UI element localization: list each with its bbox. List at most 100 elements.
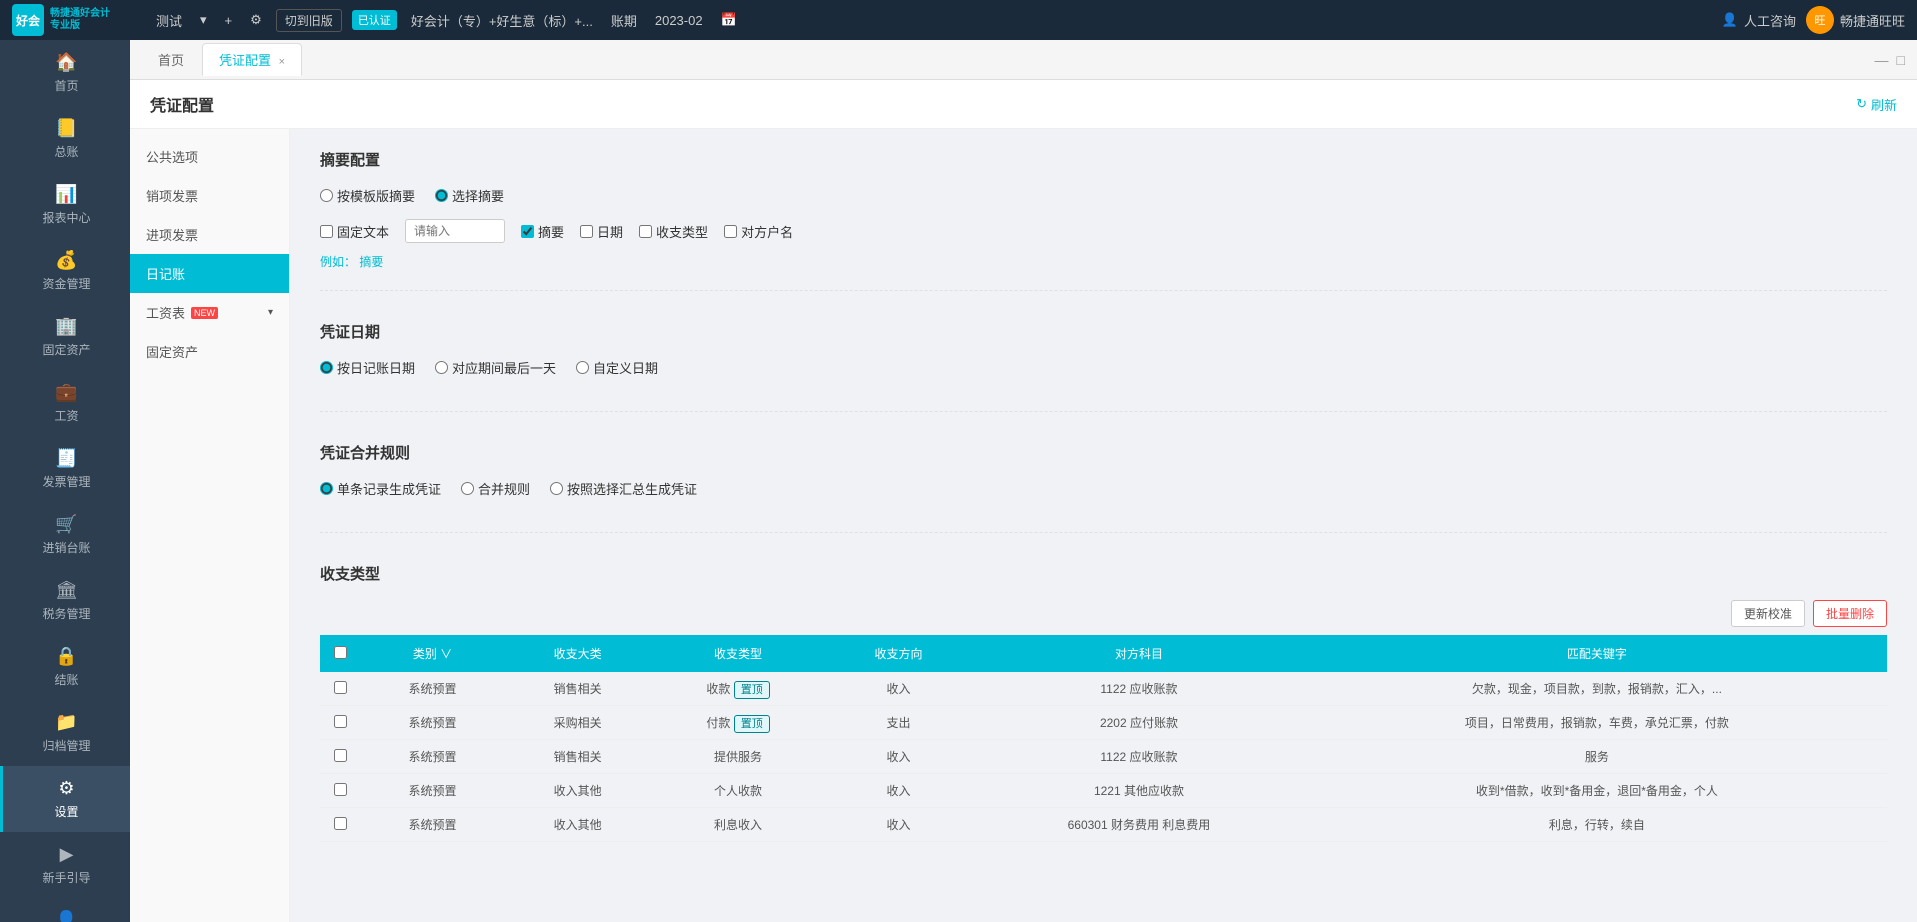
fixed-text-input[interactable] bbox=[405, 219, 505, 243]
leftnav-item-journal[interactable]: 日记账 bbox=[130, 254, 289, 293]
type-checkbox[interactable]: 收支类型 bbox=[639, 222, 708, 241]
top-tag[interactable]: 置顶 bbox=[734, 715, 770, 733]
col-contra-account: 对方科目 bbox=[971, 635, 1307, 672]
radio-template-input[interactable] bbox=[320, 189, 333, 202]
leftnav-item-sales[interactable]: 销项发票 bbox=[130, 176, 289, 215]
sidebar-item-label: 进销台账 bbox=[42, 539, 90, 556]
sidebar-item-close[interactable]: 🔒 结账 bbox=[0, 634, 130, 700]
radio-period-last-input[interactable] bbox=[435, 361, 448, 374]
sidebar-item-salary[interactable]: 💼 工资 bbox=[0, 370, 130, 436]
sidebar-item-funds[interactable]: 💰 资金管理 bbox=[0, 238, 130, 304]
cell-direction: 收入 bbox=[826, 672, 971, 706]
top-tag[interactable]: 置顶 bbox=[734, 681, 770, 699]
topbar-add-icon[interactable]: + bbox=[221, 13, 237, 28]
topbar-dropdown-icon[interactable]: ▾ bbox=[196, 12, 211, 28]
leftnav-item-public[interactable]: 公共选项 bbox=[130, 137, 289, 176]
select-all-checkbox[interactable] bbox=[334, 646, 347, 659]
sidebar-item-assets[interactable]: 🏢 固定资产 bbox=[0, 304, 130, 370]
cell-major-type: 采购相关 bbox=[505, 706, 650, 740]
status-badge: 已认证 bbox=[352, 10, 397, 30]
leftnav-item-purchase-inv[interactable]: 进项发票 bbox=[130, 215, 289, 254]
radio-period-last[interactable]: 对应期间最后一天 bbox=[435, 358, 556, 377]
radio-select[interactable]: 选择摘要 bbox=[435, 186, 504, 205]
left-nav: 公共选项 销项发票 进项发票 日记账 工资表 NEW ▾ 固定资产 bbox=[130, 129, 290, 922]
batch-delete-button[interactable]: 批量删除 bbox=[1813, 600, 1887, 627]
radio-merge[interactable]: 合并规则 bbox=[461, 479, 530, 498]
type-checkbox-input[interactable] bbox=[639, 225, 652, 238]
radio-summary-gen[interactable]: 按照选择汇总生成凭证 bbox=[550, 479, 697, 498]
chevron-down-icon: ▾ bbox=[268, 307, 273, 318]
radio-journal-date-input[interactable] bbox=[320, 361, 333, 374]
brand-text: 畅捷通好会计 专业版 bbox=[50, 8, 110, 32]
radio-select-input[interactable] bbox=[435, 189, 448, 202]
col-check[interactable] bbox=[320, 635, 360, 672]
topbar-tab[interactable]: 测试 bbox=[152, 11, 186, 30]
radio-single-input[interactable] bbox=[320, 482, 333, 495]
cell-detail-type: 付款 置顶 bbox=[650, 706, 826, 740]
counterpart-checkbox[interactable]: 对方户名 bbox=[724, 222, 793, 241]
row-checkbox[interactable] bbox=[334, 749, 347, 762]
summary-checkbox[interactable]: 摘要 bbox=[521, 222, 564, 241]
voucher-date-title: 凭证日期 bbox=[320, 321, 1887, 342]
radio-journal-date[interactable]: 按日记账日期 bbox=[320, 358, 415, 377]
cell-keywords: 项目，日常费用，报销款，车费，承兑汇票，付款 bbox=[1307, 706, 1887, 740]
update-calibrate-button[interactable]: 更新校准 bbox=[1731, 600, 1805, 627]
tab-close-icon[interactable]: × bbox=[279, 56, 285, 68]
sidebar-item-label: 结账 bbox=[54, 671, 78, 688]
content-area: 首页 凭证配置 × — □ 凭证配置 ↻ 刷新 公共选项 bbox=[130, 40, 1917, 922]
maximize-icon[interactable]: □ bbox=[1897, 52, 1905, 68]
col-direction: 收支方向 bbox=[826, 635, 971, 672]
radio-template[interactable]: 按模板版摘要 bbox=[320, 186, 415, 205]
tab-actions: — □ bbox=[1875, 52, 1905, 68]
cell-direction: 收入 bbox=[826, 774, 971, 808]
sidebar: 🏠 首页 📒 总账 📊 报表中心 💰 资金管理 🏢 固定资产 💼 工资 🧾 发票… bbox=[0, 40, 130, 922]
avatar: 旺 bbox=[1806, 6, 1834, 34]
sidebar-item-settings[interactable]: ⚙ 设置 bbox=[0, 766, 130, 832]
tab-voucher-config[interactable]: 凭证配置 × bbox=[202, 43, 302, 76]
radio-merge-input[interactable] bbox=[461, 482, 474, 495]
switch-version-button[interactable]: 切到旧版 bbox=[276, 9, 342, 32]
sidebar-item-label: 发票管理 bbox=[42, 473, 90, 490]
sidebar-item-ledger[interactable]: 📒 总账 bbox=[0, 106, 130, 172]
calendar-icon[interactable]: 📅 bbox=[717, 12, 741, 28]
counterpart-checkbox-input[interactable] bbox=[724, 225, 737, 238]
sidebar-item-invoices[interactable]: 🧾 发票管理 bbox=[0, 436, 130, 502]
cell-category: 系统预置 bbox=[360, 706, 505, 740]
radio-custom-date-input[interactable] bbox=[576, 361, 589, 374]
row-checkbox[interactable] bbox=[334, 817, 347, 830]
sidebar-item-label: 资金管理 bbox=[42, 275, 90, 292]
sidebar-item-label: 首页 bbox=[54, 77, 78, 94]
sidebar-item-purchase[interactable]: 🛒 进销台账 bbox=[0, 502, 130, 568]
topbar-settings-icon[interactable]: ⚙ bbox=[246, 12, 266, 28]
leftnav-item-salary-table[interactable]: 工资表 NEW ▾ bbox=[130, 293, 289, 332]
sidebar-item-reports[interactable]: 📊 报表中心 bbox=[0, 172, 130, 238]
row-checkbox[interactable] bbox=[334, 783, 347, 796]
support-link[interactable]: 👤 人工咨询 bbox=[1722, 11, 1796, 30]
leftnav-item-fixed-assets[interactable]: 固定资产 bbox=[130, 332, 289, 371]
support-icon: 👤 bbox=[1722, 12, 1738, 28]
summary-checkbox-input[interactable] bbox=[521, 225, 534, 238]
sidebar-item-archive[interactable]: 📁 归档管理 bbox=[0, 700, 130, 766]
sidebar-item-guide[interactable]: ▶ 新手引导 bbox=[0, 832, 130, 898]
date-checkbox-input[interactable] bbox=[580, 225, 593, 238]
date-checkbox[interactable]: 日期 bbox=[580, 222, 623, 241]
row-checkbox[interactable] bbox=[334, 715, 347, 728]
fixed-text-checkbox-input[interactable] bbox=[320, 225, 333, 238]
radio-single[interactable]: 单条记录生成凭证 bbox=[320, 479, 441, 498]
tab-home[interactable]: 首页 bbox=[142, 44, 200, 75]
cell-contra-account: 1221 其他应收款 bbox=[971, 774, 1307, 808]
radio-summary-gen-input[interactable] bbox=[550, 482, 563, 495]
cell-category: 系统预置 bbox=[360, 774, 505, 808]
content-with-leftnav: 公共选项 销项发票 进项发票 日记账 工资表 NEW ▾ 固定资产 bbox=[130, 129, 1917, 922]
cell-contra-account: 1122 应收账款 bbox=[971, 672, 1307, 706]
row-checkbox[interactable] bbox=[334, 681, 347, 694]
sidebar-item-member[interactable]: 👤 畅会员 bbox=[0, 898, 130, 922]
radio-custom-date[interactable]: 自定义日期 bbox=[576, 358, 658, 377]
refresh-button[interactable]: ↻ 刷新 bbox=[1856, 95, 1897, 114]
sidebar-item-tax[interactable]: 🏛 税务管理 bbox=[0, 568, 130, 634]
minimize-icon[interactable]: — bbox=[1875, 52, 1889, 68]
user-info[interactable]: 旺 畅捷通旺旺 bbox=[1806, 6, 1905, 34]
sidebar-item-home[interactable]: 🏠 首页 bbox=[0, 40, 130, 106]
fixed-text-checkbox[interactable]: 固定文本 bbox=[320, 222, 389, 241]
brand-icon: 好会 bbox=[12, 4, 44, 36]
